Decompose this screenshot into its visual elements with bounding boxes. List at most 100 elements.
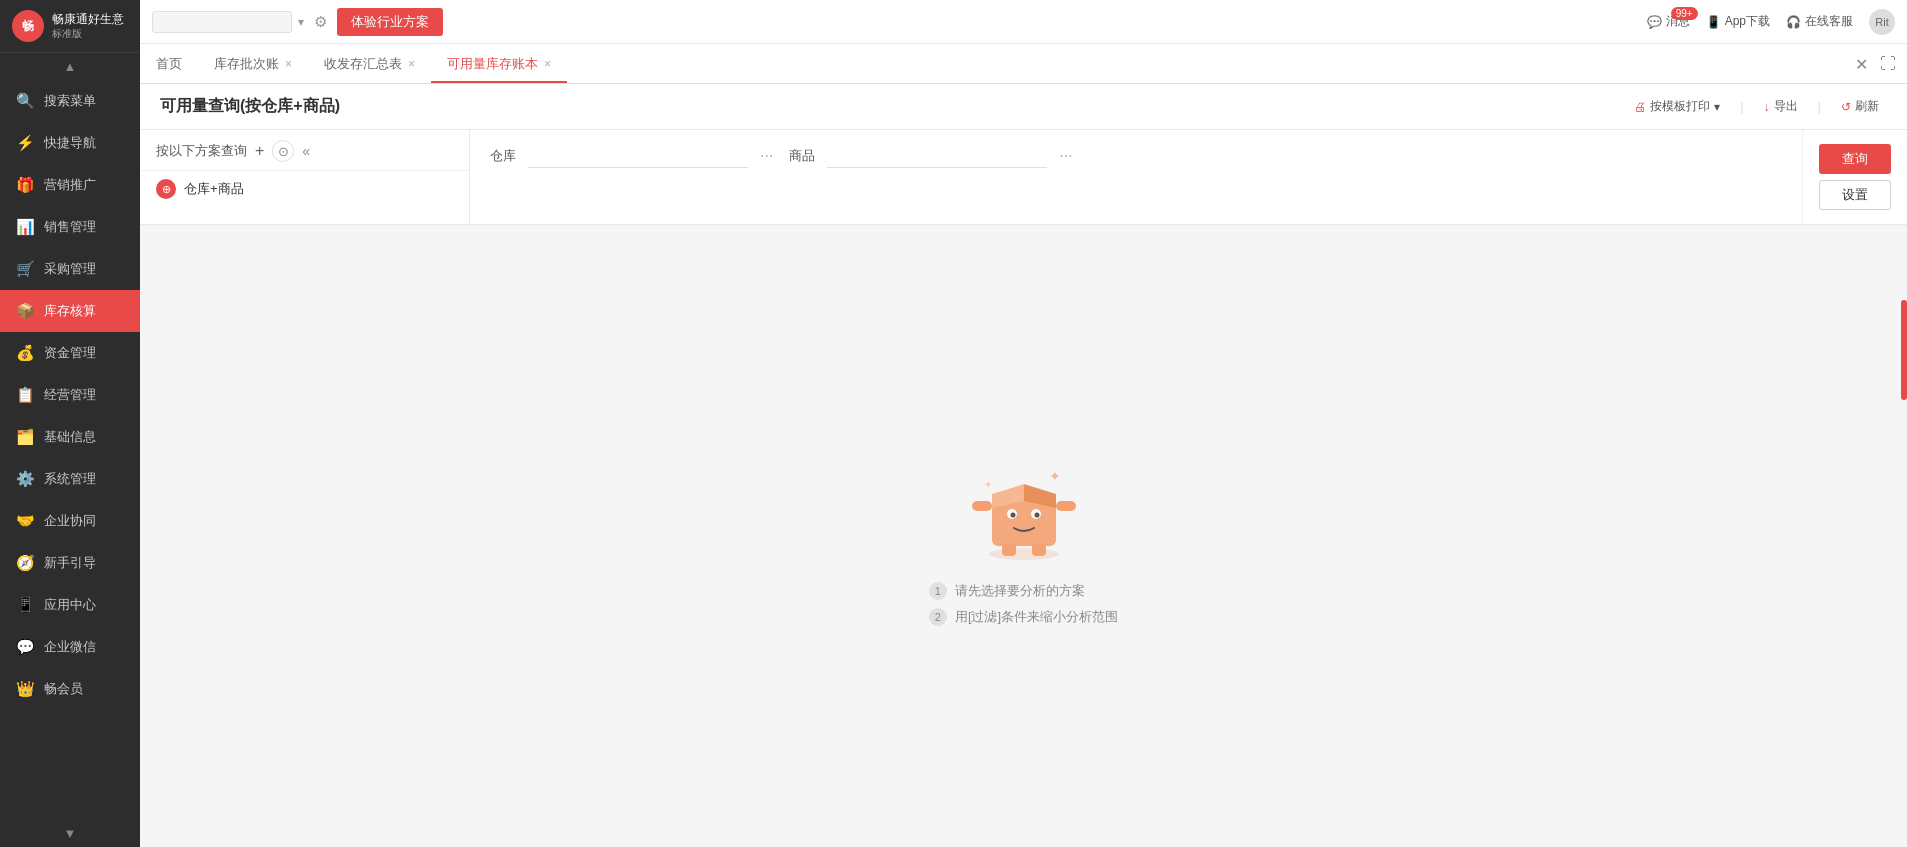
export-label: 导出 [1774, 98, 1798, 115]
content-area: 可用量查询(按仓库+商品) 🖨 按模板打印 ▾ | ↓ 导出 | ↺ 刷新 [140, 84, 1907, 847]
sidebar-item-label: 系统管理 [44, 470, 96, 488]
product-input[interactable] [827, 144, 1047, 168]
refresh-label: 刷新 [1855, 98, 1879, 115]
filter-scheme-item-warehouse-product[interactable]: ⊕ 仓库+商品 [140, 171, 469, 207]
user-name-text: Rit [1875, 16, 1888, 28]
svg-rect-6 [972, 501, 992, 511]
print-button[interactable]: 🖨 按模板打印 ▾ [1626, 94, 1728, 119]
warehouse-more-button[interactable]: ··· [760, 147, 773, 165]
filter-action-buttons: 查询 设置 [1802, 130, 1907, 224]
sidebar-item-label: 新手引导 [44, 554, 96, 572]
print-label: 按模板打印 [1650, 98, 1710, 115]
purchase-icon: 🛒 [16, 260, 34, 278]
sidebar-item-label: 营销推广 [44, 176, 96, 194]
filter-area: 按以下方案查询 + ⊙ « ⊕ 仓库+商品 仓库 [140, 130, 1907, 225]
operation-icon: 📋 [16, 386, 34, 404]
tab-available-ledger[interactable]: 可用量库存账本× [431, 47, 567, 83]
wechat-icon: 💬 [16, 638, 34, 656]
tab-close-stock-summary[interactable]: × [408, 58, 415, 70]
tab-expand-button[interactable]: ⛶ [1877, 51, 1899, 76]
sidebar-item-label: 销售管理 [44, 218, 96, 236]
tip-text-1: 请先选择要分析的方案 [955, 582, 1085, 600]
tab-home[interactable]: 首页 [140, 47, 198, 83]
sidebar-item-system[interactable]: ⚙️系统管理 [0, 458, 140, 500]
filter-header-label: 按以下方案查询 [156, 142, 247, 160]
filter-collapse-button[interactable]: « [302, 143, 310, 159]
sidebar-item-label: 经营管理 [44, 386, 96, 404]
export-button[interactable]: ↓ 导出 [1756, 94, 1806, 119]
empty-tip-2: 2 用[过滤]条件来缩小分析范围 [929, 608, 1118, 626]
scroll-indicator [1901, 300, 1907, 400]
sidebar-item-label: 企业协同 [44, 512, 96, 530]
gear-button[interactable]: ⚙ [310, 9, 331, 35]
export-icon: ↓ [1764, 100, 1770, 114]
filter-add-scheme-button[interactable]: + [255, 143, 264, 159]
sidebar-item-wechat[interactable]: 💬 企业微信 [0, 626, 140, 668]
sidebar-item-shortcut[interactable]: ⚡快捷导航 [0, 122, 140, 164]
page-header: 可用量查询(按仓库+商品) 🖨 按模板打印 ▾ | ↓ 导出 | ↺ 刷新 [140, 84, 1907, 130]
user-avatar-image: Rit [1869, 9, 1895, 35]
sidebar: 畅 畅康通好生意 标准版 ▲ 🔍搜索菜单⚡快捷导航🎁营销推广📊销售管理🛒采购管理… [0, 0, 140, 847]
sidebar-item-finance[interactable]: 💰资金管理 [0, 332, 140, 374]
customer-service-button[interactable]: 🎧 在线客服 [1786, 13, 1853, 30]
newbie-icon: 🧭 [16, 554, 34, 572]
sidebar-item-inventory[interactable]: 📦库存核算 [0, 290, 140, 332]
refresh-icon: ↺ [1841, 100, 1851, 114]
sidebar-app-info: 畅康通好生意 标准版 [52, 11, 124, 42]
tab-stock-summary[interactable]: 收发存汇总表 × [308, 47, 431, 83]
app-download-button[interactable]: 📱 App下载 [1706, 13, 1770, 30]
topbar: ▾ ⚙ 体验行业方案 💬 消息 99+ 📱 App下载 🎧 在线客服 Rit [140, 0, 1907, 44]
sidebar-item-label: 企业微信 [44, 638, 96, 656]
sidebar-menu: 🔍搜索菜单⚡快捷导航🎁营销推广 📊 销售管理 🛒采购管理📦库存核算💰资金管理 📋 经营管理… [0, 80, 140, 820]
sidebar-scroll-down[interactable]: ▼ [0, 820, 140, 847]
topbar-right: 💬 消息 99+ 📱 App下载 🎧 在线客服 Rit [1647, 9, 1895, 35]
scheme-icon: ⊕ [156, 179, 176, 199]
sales-icon: 📊 [16, 218, 34, 236]
tab-close-available-ledger[interactable]: × [544, 58, 551, 70]
action-sep-1: | [1740, 99, 1743, 114]
warehouse-filter-field: 仓库 ··· [490, 144, 773, 168]
industry-solution-button[interactable]: 体验行业方案 [337, 8, 443, 36]
filter-row: 仓库 ··· 商品 ··· [490, 144, 1782, 168]
sidebar-item-enterprise[interactable]: 🤝企业协同 [0, 500, 140, 542]
message-badge: 99+ [1671, 7, 1698, 20]
sidebar-item-purchase[interactable]: 🛒采购管理 [0, 248, 140, 290]
user-avatar[interactable]: Rit [1869, 9, 1895, 35]
customer-service-label: 在线客服 [1805, 13, 1853, 30]
tab-close-batch-ledger[interactable]: × [285, 58, 292, 70]
tab-close-button[interactable]: ✕ [1852, 51, 1871, 76]
tab-batch-ledger[interactable]: 库存批次账× [198, 47, 308, 83]
sidebar-item-marketing[interactable]: 🎁营销推广 [0, 164, 140, 206]
warehouse-label: 仓库 [490, 147, 520, 165]
filter-inner: 按以下方案查询 + ⊙ « ⊕ 仓库+商品 仓库 [140, 130, 1907, 224]
page-actions: 🖨 按模板打印 ▾ | ↓ 导出 | ↺ 刷新 [1626, 94, 1887, 119]
tip-num-1: 1 [929, 582, 947, 600]
refresh-button[interactable]: ↺ 刷新 [1833, 94, 1887, 119]
sidebar-item-label: 应用中心 [44, 596, 96, 614]
svg-text:✦: ✦ [984, 479, 992, 490]
breadcrumb-input[interactable] [152, 11, 292, 33]
breadcrumb-arrow-icon: ▾ [298, 15, 304, 29]
message-button[interactable]: 💬 消息 99+ [1647, 13, 1690, 30]
sidebar-scroll-up[interactable]: ▲ [0, 53, 140, 80]
sidebar-item-base[interactable]: 🗂️基础信息 [0, 416, 140, 458]
svg-rect-8 [1002, 544, 1016, 556]
warehouse-input[interactable] [528, 144, 748, 168]
sidebar-item-appstore[interactable]: 📱应用中心 [0, 584, 140, 626]
filter-setting-button[interactable]: ⊙ [272, 140, 294, 162]
settings-button[interactable]: 设置 [1819, 180, 1891, 210]
query-button[interactable]: 查询 [1819, 144, 1891, 174]
sidebar-item-member[interactable]: 👑畅会员 [0, 668, 140, 710]
main-content: ▾ ⚙ 体验行业方案 💬 消息 99+ 📱 App下载 🎧 在线客服 Rit [140, 0, 1907, 847]
sidebar-item-search[interactable]: 🔍搜索菜单 [0, 80, 140, 122]
sidebar-app-name: 畅康通好生意 [52, 11, 124, 28]
tab-label-stock-summary: 收发存汇总表 [324, 55, 402, 73]
sidebar-item-operation[interactable]: 📋 经营管理 [0, 374, 140, 416]
sidebar-item-newbie[interactable]: 🧭 新手引导 [0, 542, 140, 584]
scheme-label: 仓库+商品 [184, 180, 244, 198]
member-icon: 👑 [16, 680, 34, 698]
product-more-button[interactable]: ··· [1059, 147, 1072, 165]
sidebar-item-sales[interactable]: 📊 销售管理 [0, 206, 140, 248]
empty-tip-1: 1 请先选择要分析的方案 [929, 582, 1118, 600]
tab-bar-controls: ✕ ⛶ [1852, 51, 1899, 76]
